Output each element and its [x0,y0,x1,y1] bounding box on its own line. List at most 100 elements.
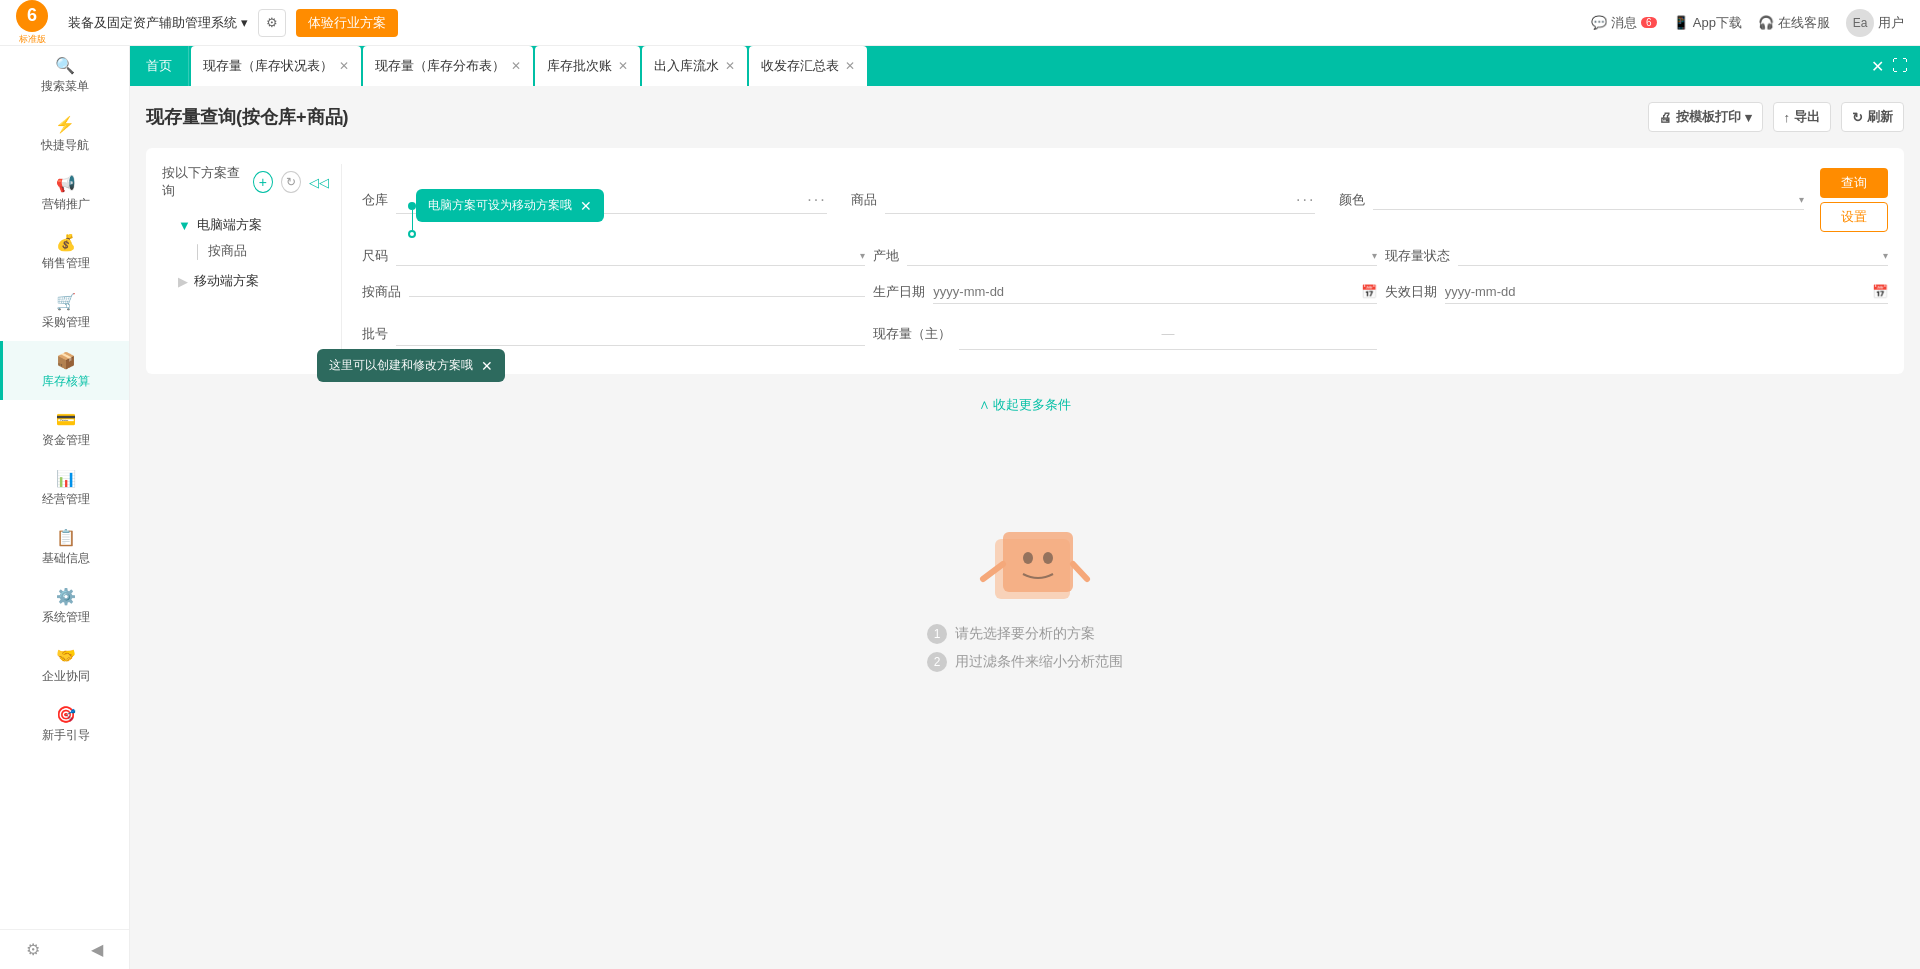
tab-inventory-dist-close[interactable]: ✕ [511,59,521,73]
message-badge: 6 [1641,17,1657,28]
size-select[interactable]: ▾ [396,246,865,266]
warehouse-label: 仓库 [362,191,388,209]
tab-inventory-status[interactable]: 现存量（库存状况表） ✕ [191,46,361,86]
tab-flow-close[interactable]: ✕ [725,59,735,73]
sidebar-item-search[interactable]: 🔍 搜索菜单 [0,46,129,105]
back-button[interactable]: ◁◁ [309,175,329,190]
sys-name: 装备及固定资产辅助管理系统 [68,14,237,32]
filter-row-4: 批号 现存量（主） — [362,318,1888,350]
sidebar-item-sales[interactable]: 💰 销售管理 [0,223,129,282]
goods-select[interactable]: ··· [885,187,1316,214]
reset-button[interactable]: 设置 [1820,202,1888,232]
expire-date-text[interactable] [1445,284,1872,299]
online-support-button[interactable]: 🎧 在线客服 [1758,14,1830,32]
sys-name-select[interactable]: 装备及固定资产辅助管理系统 ▾ [68,14,248,32]
prod-date-text[interactable] [933,284,1360,299]
sidebar-item-management[interactable]: 📊 经营管理 [0,459,129,518]
tab-batch[interactable]: 库存批次账 ✕ [535,46,640,86]
sidebar-item-guide[interactable]: 🎯 新手引导 [0,695,129,754]
type-select[interactable] [409,288,865,297]
tooltip-pc-scheme-close[interactable]: ✕ [580,198,592,214]
tip-num-2: 2 [927,652,947,672]
stock-main-min[interactable] [959,322,1153,345]
sidebar-item-finance[interactable]: 💳 资金管理 [0,400,129,459]
stock-status-label: 现存量状态 [1385,247,1450,265]
marketing-icon: 📢 [56,174,76,193]
expire-date-input[interactable]: 📅 [1445,280,1888,304]
stock-main-max[interactable] [1183,322,1377,345]
scheme-tree: ▼ 电脑端方案 │ 按商品 [178,212,329,294]
origin-select[interactable]: ▾ [907,246,1376,266]
tooltip-create-scheme: 这里可以创建和修改方案哦 ✕ [317,349,505,382]
sidebar-item-basic[interactable]: 📋 基础信息 [0,518,129,577]
trial-button[interactable]: 体验行业方案 [296,9,398,37]
size-field: 尺码 ▾ [362,246,865,266]
sidebar-item-system[interactable]: ⚙️ 系统管理 [0,577,129,636]
filter-header-label: 按以下方案查询 [162,164,245,200]
batch-input[interactable] [396,322,865,346]
search-button[interactable]: 查询 [1820,168,1888,198]
user-label: 用户 [1878,14,1904,32]
message-button[interactable]: 💬 消息 6 [1591,14,1657,32]
tab-summary[interactable]: 收发存汇总表 ✕ [749,46,867,86]
tip-text-2: 用过滤条件来缩小分析范围 [955,653,1123,671]
mobile-scheme-group-header[interactable]: ▶ 移动端方案 [178,268,329,294]
tab-inventory-dist-label: 现存量（库存分布表） [375,57,505,75]
tab-inventory-status-label: 现存量（库存状况表） [203,57,333,75]
mobile-scheme-group: ▶ 移动端方案 [178,268,329,294]
tooltip-create-scheme-text: 这里可以创建和修改方案哦 [329,357,473,374]
tab-batch-close[interactable]: ✕ [618,59,628,73]
empty-icon [975,504,1075,604]
tab-home[interactable]: 首页 [130,46,189,86]
collapse-bar[interactable]: ∧ 收起更多条件 [146,386,1904,424]
sidebar-item-collab[interactable]: 🤝 企业协同 [0,636,129,695]
tab-summary-close[interactable]: ✕ [845,59,855,73]
tab-inventory-dist[interactable]: 现存量（库存分布表） ✕ [363,46,533,86]
pc-scheme-group-header[interactable]: ▼ 电脑端方案 [178,212,329,238]
sidebar-collapse-icon[interactable]: ◀ [91,940,103,959]
print-button[interactable]: 🖨 按模板打印 ▾ [1648,102,1763,132]
color-select[interactable]: ▾ [1373,190,1804,210]
collapse-up-icon: ∧ [979,397,994,412]
origin-label: 产地 [873,247,899,265]
refresh-scheme-button[interactable]: ↻ [281,171,301,193]
user-area[interactable]: Ea 用户 [1846,9,1904,37]
page-title-bar: 现存量查询(按仓库+商品) 🖨 按模板打印 ▾ ↑ 导出 [146,102,1904,132]
app-download-button[interactable]: 📱 App下载 [1673,14,1742,32]
sidebar-settings-icon[interactable]: ⚙ [26,940,40,959]
sidebar-item-nav[interactable]: ⚡ 快捷导航 [0,105,129,164]
origin-field: 产地 ▾ [873,246,1376,266]
size-label: 尺码 [362,247,388,265]
settings-icon[interactable]: ⚙ [258,9,286,37]
refresh-button[interactable]: ↻ 刷新 [1841,102,1904,132]
top-bar-left: 6 标准版 装备及固定资产辅助管理系统 ▾ ⚙ 体验行业方案 [16,0,398,46]
maximize-icon[interactable]: ⛶ [1892,57,1908,75]
tab-flow[interactable]: 出入库流水 ✕ [642,46,747,86]
sidebar-item-guide-label: 新手引导 [42,727,90,744]
scheme-item-goods[interactable]: │ 按商品 [178,238,329,264]
sidebar-item-purchase[interactable]: 🛒 采购管理 [0,282,129,341]
top-bar-right: 💬 消息 6 📱 App下载 🎧 在线客服 Ea 用户 [1591,9,1904,37]
tab-summary-label: 收发存汇总表 [761,57,839,75]
filter-row-2: 尺码 ▾ 产地 ▾ [362,246,1888,266]
origin-chevron: ▾ [1372,250,1377,261]
filter-section: 按以下方案查询 + ↻ ◁◁ [146,148,1904,374]
close-all-icon[interactable]: ✕ [1871,57,1884,76]
prod-date-input[interactable]: 📅 [933,280,1376,304]
expire-date-label: 失效日期 [1385,283,1437,301]
export-icon: ↑ [1784,110,1791,125]
export-button[interactable]: ↑ 导出 [1773,102,1832,132]
stock-status-select[interactable]: ▾ [1458,246,1888,266]
tab-inventory-status-close[interactable]: ✕ [339,59,349,73]
prod-date-calendar-icon[interactable]: 📅 [1361,284,1377,299]
expire-date-calendar-icon[interactable]: 📅 [1872,284,1888,299]
range-separator: — [1158,326,1179,341]
page-content: 现存量查询(按仓库+商品) 🖨 按模板打印 ▾ ↑ 导出 [130,86,1920,969]
add-scheme-button[interactable]: + [253,171,273,193]
sales-icon: 💰 [56,233,76,252]
sidebar-item-marketing-label: 营销推广 [42,196,90,213]
refresh-icon: ↻ [1852,110,1863,125]
sidebar-item-marketing[interactable]: 📢 营销推广 [0,164,129,223]
sidebar-item-inventory[interactable]: 📦 库存核算 [0,341,129,400]
tooltip-create-scheme-close[interactable]: ✕ [481,358,493,374]
